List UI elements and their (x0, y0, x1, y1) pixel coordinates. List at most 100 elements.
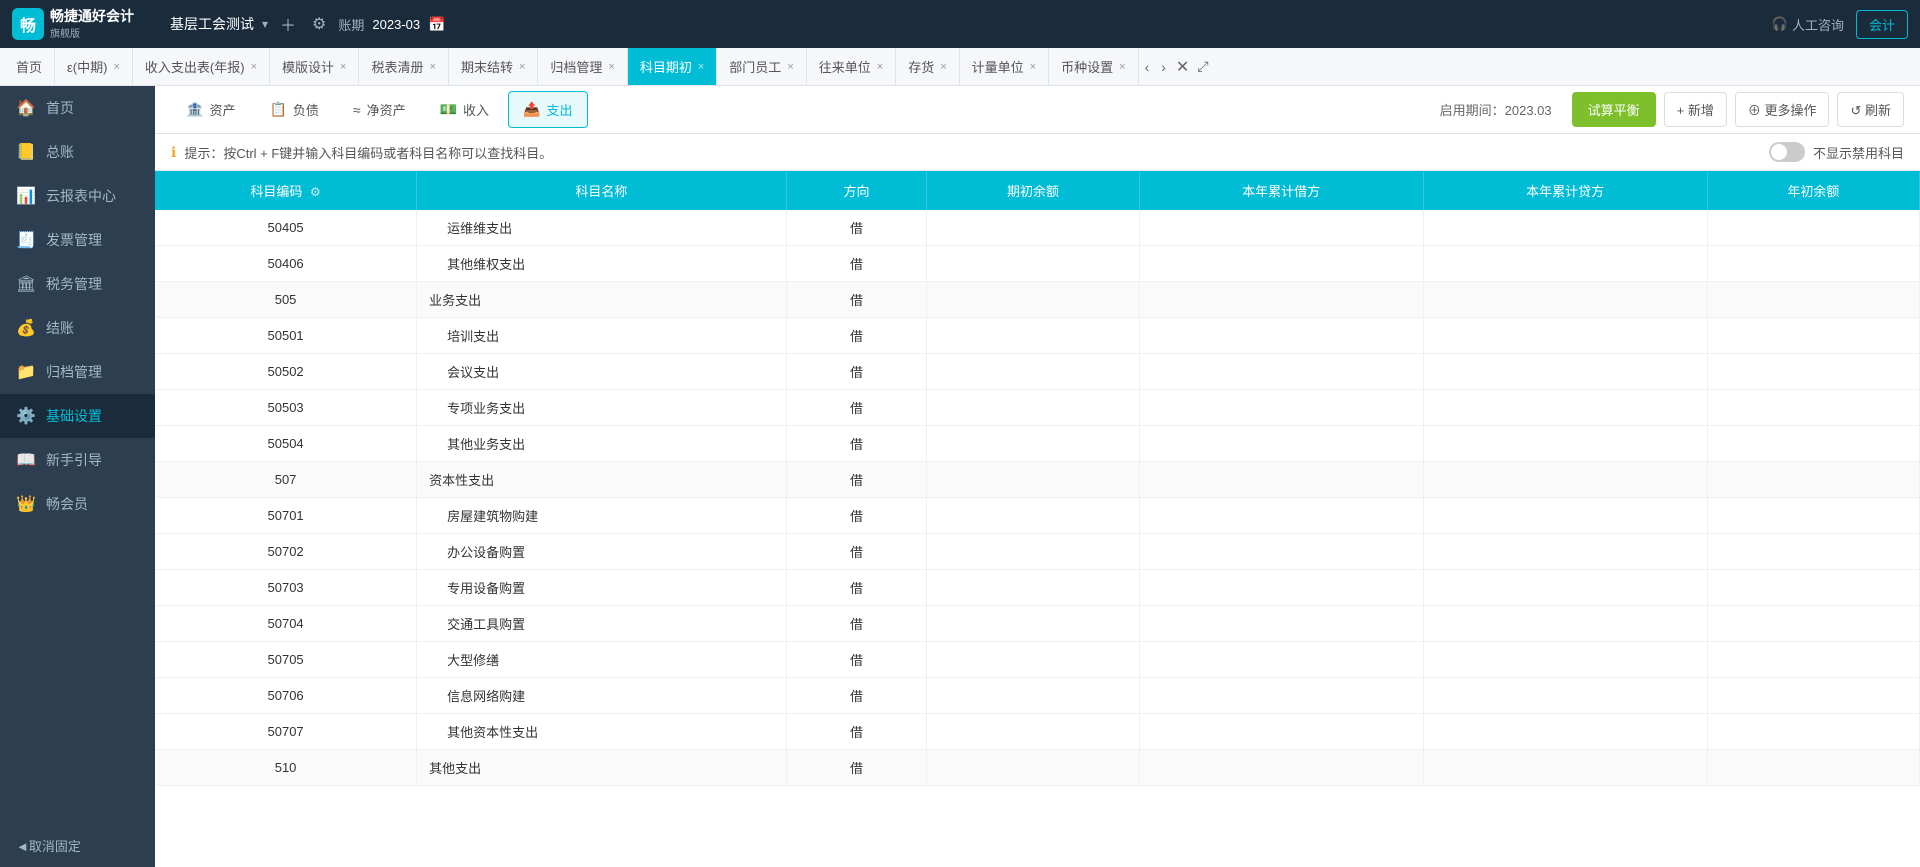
table-row[interactable]: 50503 专项业务支出 借 (155, 390, 1920, 426)
tab-inventory[interactable]: 存货 × (896, 48, 959, 86)
tab-close-archive[interactable]: × (608, 61, 614, 73)
main-layout: 🏠 首页 📒 总账 📊 云报表中心 🧾 发票管理 🏛 税务管理 💰 结账 📁 归… (0, 86, 1920, 867)
cell-credit (1423, 606, 1707, 642)
sidebar-item-ledger[interactable]: 📒 总账 (0, 130, 155, 174)
tab-midterm[interactable]: ε(中期) × (55, 48, 133, 86)
tab-close-counterparty[interactable]: × (877, 61, 883, 73)
col-header-code: 科目编码 ⚙ (155, 171, 417, 210)
tab-currency[interactable]: 币种设置 × (1049, 48, 1138, 86)
tab-close-annual[interactable]: × (251, 61, 257, 73)
table-row[interactable]: 50706 信息网络购建 借 (155, 678, 1920, 714)
sidebar-item-reports[interactable]: 📊 云报表中心 (0, 174, 155, 218)
cell-credit (1423, 534, 1707, 570)
cell-name: 专用设备购置 (417, 570, 786, 606)
sidebar-item-settlement[interactable]: 💰 结账 (0, 306, 155, 350)
cell-credit (1423, 570, 1707, 606)
tab-archive-mgmt[interactable]: 归档管理 × (538, 48, 627, 86)
balance-button[interactable]: 试算平衡 (1572, 92, 1656, 127)
table-row[interactable]: 505 业务支出 借 (155, 282, 1920, 318)
sidebar-item-membership[interactable]: 👑 畅会员 (0, 482, 155, 526)
cell-credit (1423, 210, 1707, 246)
tab-subject-initial[interactable]: 科目期初 × (628, 48, 717, 86)
table-row[interactable]: 50504 其他业务支出 借 (155, 426, 1920, 462)
tab-period-end[interactable]: 期末结转 × (449, 48, 538, 86)
settings-icon[interactable]: ⚙ (308, 10, 330, 38)
tab-counterparty[interactable]: 往来单位 × (807, 48, 896, 86)
tab-close-period[interactable]: × (519, 61, 525, 73)
tab-unit[interactable]: 计量单位 × (960, 48, 1049, 86)
cell-code: 50501 (155, 318, 417, 354)
sidebar-item-tax[interactable]: 🏛 税务管理 (0, 262, 155, 306)
cell-opening (927, 210, 1139, 246)
table-row[interactable]: 50707 其他资本性支出 借 (155, 714, 1920, 750)
add-company-icon[interactable]: ＋ (276, 8, 300, 40)
cell-annual (1707, 318, 1919, 354)
subjects-table: 科目编码 ⚙ 科目名称 方向 期初余额 本年累计借方 本年累计贷方 年初余额 5… (155, 171, 1920, 786)
col-header-credit: 本年累计贷方 (1423, 171, 1707, 210)
cell-code: 50705 (155, 642, 417, 678)
tab-nav-next-icon[interactable]: › (1155, 59, 1172, 75)
toggle-area: 不显示禁用科目 (1769, 142, 1904, 162)
tab-nav-prev-icon[interactable]: ‹ (1139, 59, 1156, 75)
tab-close-template[interactable]: × (340, 61, 346, 73)
tab-annual-report[interactable]: 收入支出表(年报) × (133, 48, 270, 86)
sub-tab-expenditure[interactable]: 📤 支出 (508, 91, 587, 128)
cell-code: 50703 (155, 570, 417, 606)
add-button[interactable]: + 新增 (1664, 92, 1727, 127)
refresh-button[interactable]: ↺ 刷新 (1837, 92, 1904, 127)
membership-icon: 👑 (16, 494, 36, 514)
support-button[interactable]: 🎧 人工咨询 (1772, 15, 1844, 34)
sub-tab-income[interactable]: 💵 收入 (425, 91, 504, 128)
reports-icon: 📊 (16, 186, 36, 206)
col-header-opening: 期初余额 (927, 171, 1139, 210)
company-dropdown-icon[interactable]: ▾ (262, 17, 268, 31)
sub-tab-assets[interactable]: 🏦 资产 (171, 91, 250, 128)
sub-tab-net-assets[interactable]: ≈ 净资产 (338, 91, 421, 128)
table-row[interactable]: 50702 办公设备购置 借 (155, 534, 1920, 570)
tab-tax-register[interactable]: 税表清册 × (359, 48, 448, 86)
tab-dept-staff[interactable]: 部门员工 × (717, 48, 806, 86)
sidebar: 🏠 首页 📒 总账 📊 云报表中心 🧾 发票管理 🏛 税务管理 💰 结账 📁 归… (0, 86, 155, 867)
cell-annual (1707, 210, 1919, 246)
col-settings-icon[interactable]: ⚙ (310, 185, 321, 199)
cell-debit (1139, 426, 1423, 462)
table-row[interactable]: 50502 会议支出 借 (155, 354, 1920, 390)
table-row[interactable]: 510 其他支出 借 (155, 750, 1920, 786)
cell-annual (1707, 534, 1919, 570)
tab-close-midterm[interactable]: × (113, 61, 119, 73)
table-row[interactable]: 50406 其他维权支出 借 (155, 246, 1920, 282)
more-operations-button[interactable]: ⊕ 更多操作 (1735, 92, 1830, 127)
tab-close-dept[interactable]: × (787, 61, 793, 73)
tab-close-currency[interactable]: × (1119, 61, 1125, 73)
tax-icon: 🏛 (16, 274, 36, 294)
cell-name: 交通工具购置 (417, 606, 786, 642)
table-row[interactable]: 507 资本性支出 借 (155, 462, 1920, 498)
tab-close-inventory[interactable]: × (940, 61, 946, 73)
sidebar-item-basic-settings[interactable]: ⚙️ 基础设置 (0, 394, 155, 438)
sidebar-item-home[interactable]: 🏠 首页 (0, 86, 155, 130)
table-row[interactable]: 50701 房屋建筑物购建 借 (155, 498, 1920, 534)
app-logo: 畅 (12, 8, 44, 40)
table-row[interactable]: 50705 大型修缮 借 (155, 642, 1920, 678)
cell-credit (1423, 426, 1707, 462)
table-row[interactable]: 50703 专用设备购置 借 (155, 570, 1920, 606)
calendar-icon[interactable]: 📅 (428, 16, 445, 33)
disable-toggle[interactable] (1769, 142, 1805, 162)
tab-home[interactable]: 首页 (4, 48, 55, 86)
table-row[interactable]: 50704 交通工具购置 借 (155, 606, 1920, 642)
tab-expand-icon[interactable]: ⤢ (1193, 58, 1212, 75)
sub-tab-liabilities[interactable]: 📋 负债 (254, 91, 333, 128)
table-row[interactable]: 50501 培训支出 借 (155, 318, 1920, 354)
sidebar-collapse-button[interactable]: ◄取消固定 (0, 824, 155, 867)
cell-code: 50504 (155, 426, 417, 462)
tab-close-subject[interactable]: × (698, 61, 704, 73)
tab-close-all-icon[interactable]: ✕ (1172, 57, 1193, 77)
table-row[interactable]: 50405 运维维支出 借 (155, 210, 1920, 246)
tab-close-unit[interactable]: × (1030, 61, 1036, 73)
sidebar-item-invoice[interactable]: 🧾 发票管理 (0, 218, 155, 262)
sidebar-item-guide[interactable]: 📖 新手引导 (0, 438, 155, 482)
account-button[interactable]: 会计 (1856, 10, 1908, 39)
tab-template-design[interactable]: 模版设计 × (270, 48, 359, 86)
sidebar-item-archive[interactable]: 📁 归档管理 (0, 350, 155, 394)
tab-close-tax[interactable]: × (430, 61, 436, 73)
